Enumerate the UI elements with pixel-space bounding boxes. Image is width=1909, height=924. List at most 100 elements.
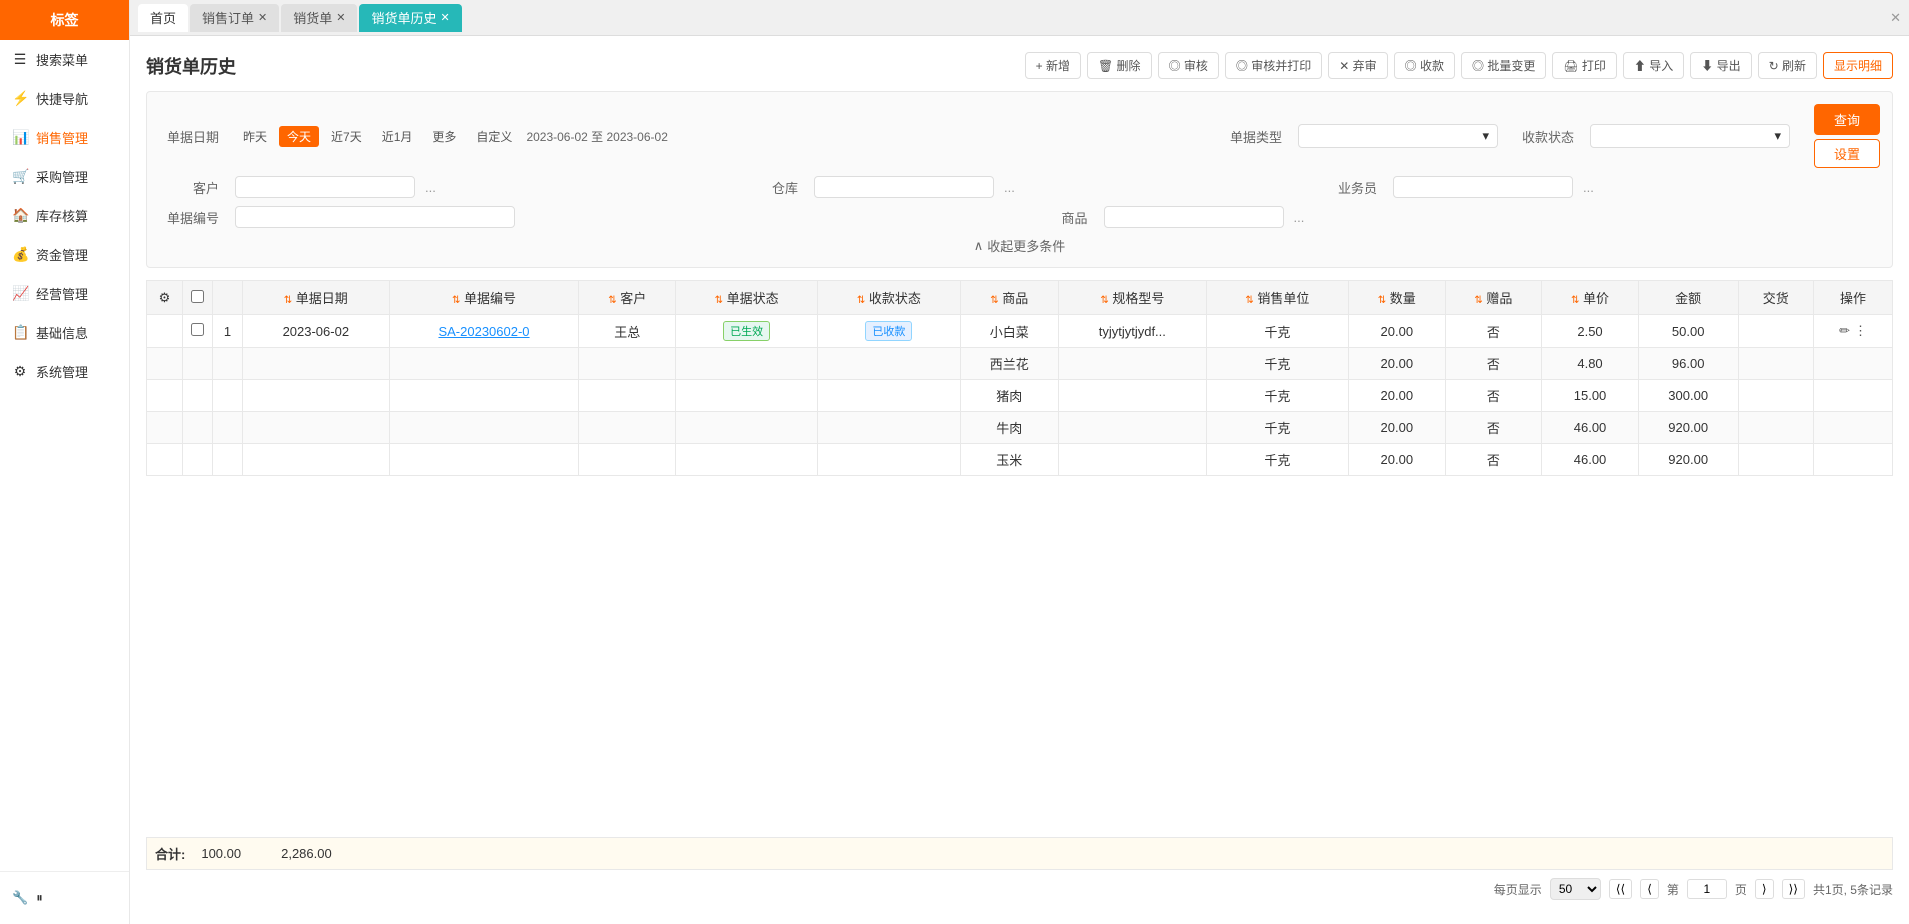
salesperson-ellipsis[interactable]: ...	[1579, 180, 1598, 195]
date-column-header[interactable]: ⇅ 单据日期	[243, 281, 390, 315]
show-detail-button[interactable]: 显示明细	[1823, 52, 1893, 79]
collapse-text: 收起更多条件	[987, 236, 1065, 255]
doc-status-column-header[interactable]: ⇅ 单据状态	[676, 281, 818, 315]
unit-column-header[interactable]: ⇅ 销售单位	[1206, 281, 1348, 315]
sort-icon: ⇅	[452, 295, 460, 306]
goods-input[interactable]	[1104, 206, 1284, 228]
sidebar-item-system-mgmt[interactable]: ⚙ 系统管理	[0, 352, 129, 391]
row-quantity: 20.00	[1349, 348, 1446, 380]
row-checkbox-cell	[183, 315, 213, 348]
row-customer	[579, 444, 676, 476]
doc-no-link[interactable]: SA-20230602-0	[438, 324, 529, 339]
print-button[interactable]: 🖨 打印	[1552, 52, 1617, 79]
chip-more[interactable]: 更多	[424, 126, 464, 147]
customer-column-header[interactable]: ⇅ 客户	[579, 281, 676, 315]
gear-column-header[interactable]: ⚙	[147, 281, 183, 315]
sidebar-item-purchase-mgmt[interactable]: 🛒 采购管理	[0, 157, 129, 196]
row-checkbox-cell	[183, 380, 213, 412]
sidebar-item-basic-info[interactable]: 📋 基础信息	[0, 313, 129, 352]
batch-change-button[interactable]: ◎ 批量变更	[1461, 52, 1546, 79]
chip-yesterday[interactable]: 昨天	[235, 126, 275, 147]
sidebar-item-finance[interactable]: 💰 资金管理	[0, 235, 129, 274]
chip-7days[interactable]: 近7天	[323, 126, 370, 147]
sidebar-item-sales-mgmt[interactable]: 📊 销售管理	[0, 118, 129, 157]
quantity-column-header[interactable]: ⇅ 数量	[1349, 281, 1446, 315]
collapse-button[interactable]: ∧ 收起更多条件	[974, 236, 1066, 255]
tab-sales-delivery-close[interactable]: ✕	[336, 11, 345, 24]
tab-sales-history[interactable]: 销货单历史 ✕	[359, 4, 461, 32]
row-transaction	[1738, 348, 1814, 380]
payment-status-select[interactable]: ▾	[1590, 124, 1790, 148]
page-input[interactable]	[1687, 879, 1727, 899]
tab-sales-delivery[interactable]: 销货单 ✕	[281, 4, 357, 32]
tab-sales-order-close[interactable]: ✕	[258, 11, 267, 24]
more-icon[interactable]: ⋮	[1854, 323, 1867, 339]
row-spec	[1058, 412, 1206, 444]
page-title: 销货单历史	[146, 53, 236, 79]
payment-status-label: 收款状态	[1514, 127, 1574, 146]
row-amount: 50.00	[1638, 315, 1738, 348]
payment-status-column-header[interactable]: ⇅ 收款状态	[818, 281, 960, 315]
sort-icon: ⇅	[1245, 295, 1253, 306]
first-page-button[interactable]: ⟨⟨	[1609, 879, 1632, 899]
last-page-button[interactable]: ⟩⟩	[1782, 879, 1805, 899]
tab-sales-order[interactable]: 销售订单 ✕	[190, 4, 279, 32]
purchase-mgmt-icon: 🛒	[12, 168, 28, 185]
per-page-select[interactable]: 50 100 200	[1550, 878, 1601, 900]
price-column-header[interactable]: ⇅ 单价	[1542, 281, 1639, 315]
sidebar-item-label: 搜索菜单	[36, 50, 88, 69]
query-button[interactable]: 查询	[1814, 104, 1880, 135]
sidebar-item-quick-nav[interactable]: ⚡ 快捷导航	[0, 79, 129, 118]
row-customer	[579, 380, 676, 412]
new-button[interactable]: + 新增	[1025, 52, 1081, 79]
import-button[interactable]: ⬆ 导入	[1623, 52, 1684, 79]
collect-button[interactable]: ◎ 收款	[1394, 52, 1455, 79]
sidebar-item-operations[interactable]: 📈 经营管理	[0, 274, 129, 313]
row-doc-status: 已生效	[676, 315, 818, 348]
delete-button[interactable]: 🗑 删除	[1087, 52, 1152, 79]
sidebar-item-inventory[interactable]: 🏠 库存核算	[0, 196, 129, 235]
row-checkbox-cell	[183, 348, 213, 380]
gift-column-header[interactable]: ⇅ 赠品	[1445, 281, 1542, 315]
chip-custom[interactable]: 自定义	[468, 126, 520, 147]
doc-no-input[interactable]	[235, 206, 515, 228]
audit-print-button[interactable]: ◎ 审核并打印	[1225, 52, 1322, 79]
warehouse-ellipsis[interactable]: ...	[1000, 180, 1019, 195]
tab-home[interactable]: 首页	[138, 4, 188, 32]
export-button[interactable]: ⬇ 导出	[1690, 52, 1751, 79]
customer-input[interactable]	[235, 176, 415, 198]
edit-icon[interactable]: ✏	[1839, 323, 1850, 339]
spec-column-header[interactable]: ⇅ 规格型号	[1058, 281, 1206, 315]
salesperson-control: ...	[1393, 176, 1880, 198]
sidebar-item-label: 库存核算	[36, 206, 88, 225]
row-goods: 小白菜	[960, 315, 1058, 348]
doc-type-select[interactable]: ▾	[1298, 124, 1498, 148]
row-doc-no[interactable]: SA-20230602-0	[389, 315, 579, 348]
doc-no-column-header[interactable]: ⇅ 单据编号	[389, 281, 579, 315]
row-amount: 300.00	[1638, 380, 1738, 412]
audit-button[interactable]: ◎ 审核	[1158, 52, 1219, 79]
next-page-button[interactable]: ⟩	[1755, 879, 1774, 899]
salesperson-input[interactable]	[1393, 176, 1573, 198]
customer-ellipsis[interactable]: ...	[421, 180, 440, 195]
goods-ellipsis[interactable]: ...	[1290, 210, 1309, 225]
prev-page-button[interactable]: ⟨	[1640, 879, 1659, 899]
tab-sales-history-close[interactable]: ✕	[441, 11, 450, 24]
abandon-button[interactable]: ✕ 弃审	[1328, 52, 1387, 79]
checkbox-column-header[interactable]	[183, 281, 213, 315]
set-button[interactable]: 设置	[1814, 139, 1880, 168]
window-close-icon[interactable]: ✕	[1890, 10, 1901, 26]
goods-column-header[interactable]: ⇅ 商品	[960, 281, 1058, 315]
row-date	[243, 412, 390, 444]
chip-1month[interactable]: 近1月	[374, 126, 421, 147]
select-all-checkbox[interactable]	[191, 290, 204, 303]
warehouse-input[interactable]	[814, 176, 994, 198]
sidebar-bottom-tool[interactable]: 🔧 ⏸	[0, 880, 129, 916]
sidebar-item-label: 经营管理	[36, 284, 88, 303]
chip-today[interactable]: 今天	[279, 126, 319, 147]
row-checkbox[interactable]	[191, 323, 204, 336]
row-price: 46.00	[1542, 444, 1639, 476]
refresh-button[interactable]: ↻ 刷新	[1758, 52, 1817, 79]
sidebar-item-search-menu[interactable]: ☰ 搜索菜单	[0, 40, 129, 79]
pause-icon: ⏸	[36, 890, 43, 906]
